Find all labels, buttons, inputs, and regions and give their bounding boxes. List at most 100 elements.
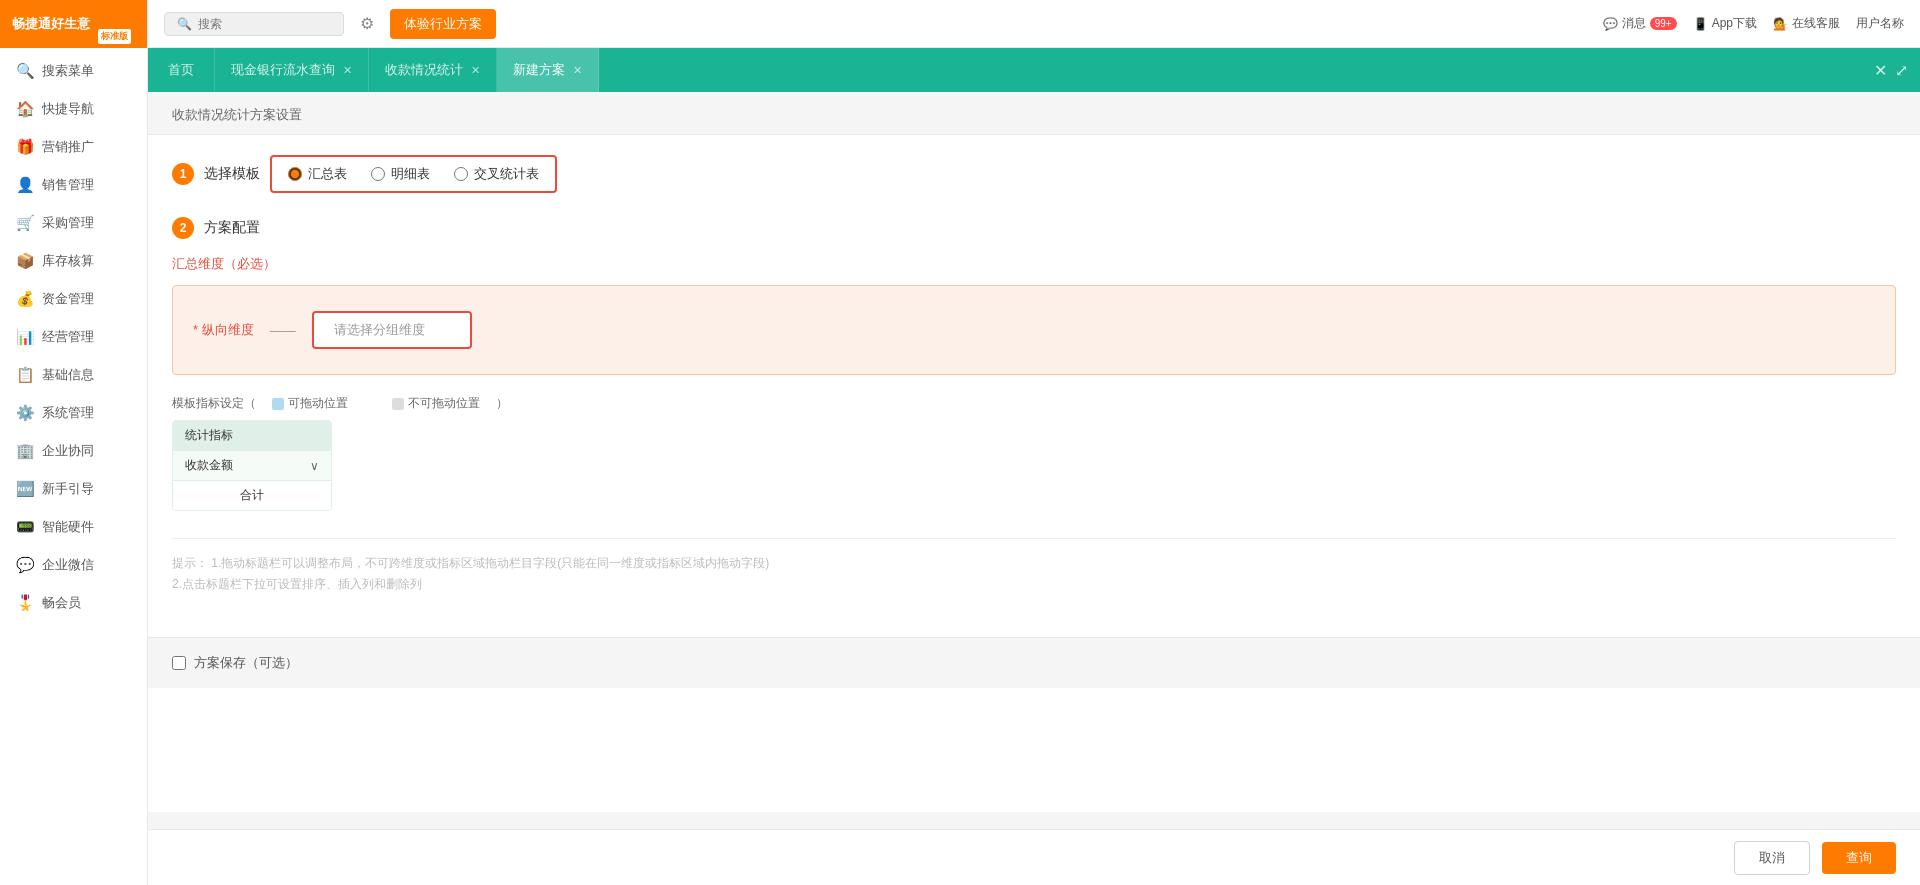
msg-badge: 99+ [1650, 17, 1677, 30]
page-content: 1 选择模板 汇总表 明细表 [148, 135, 1920, 812]
sidebar-item-sales[interactable]: 👤 销售管理 [0, 166, 147, 204]
tab-receipt-stats-label: 收款情况统计 [385, 61, 463, 79]
tab-home[interactable]: 首页 [148, 48, 215, 92]
sidebar-item-quick-nav[interactable]: 🏠 快捷导航 [0, 90, 147, 128]
sidebar-item-purchase[interactable]: 🛒 采购管理 [0, 204, 147, 242]
search-menu-icon: 🔍 [16, 62, 34, 80]
metric-amount-label: 收款金额 [185, 457, 310, 474]
logo-text: 畅捷通好生意 [12, 16, 90, 32]
sidebar-item-wechat[interactable]: 💬 企业微信 [0, 546, 147, 584]
step2-block: 2 方案配置 汇总维度（必选） * 纵向维度 —— 请选择分组维度 [172, 217, 1896, 593]
sidebar-item-member[interactable]: 🎖️ 畅会员 [0, 584, 147, 622]
sidebar-item-label: 采购管理 [42, 214, 94, 232]
dimension-placeholder: 请选择分组维度 [334, 322, 425, 337]
close-window-icon[interactable]: ✕ [1874, 61, 1887, 80]
breadcrumb-text: 收款情况统计方案设置 [172, 107, 302, 122]
radio-summary-input[interactable] [288, 167, 302, 181]
app-label: App下载 [1712, 15, 1757, 32]
metric-total: 合计 [173, 480, 331, 510]
sidebar-item-hardware[interactable]: 📟 智能硬件 [0, 508, 147, 546]
save-label: 方案保存（可选） [194, 654, 298, 672]
user-icon: 👤 [16, 176, 34, 194]
tab-bank-query-close[interactable]: ✕ [343, 64, 352, 77]
tips-section: 提示： 1.拖动标题栏可以调整布局，不可跨维度或指标区域拖动栏目字段(只能在同一… [172, 538, 1896, 593]
tab-receipt-stats-close[interactable]: ✕ [471, 64, 480, 77]
chat-icon: 💬 [16, 556, 34, 574]
tab-bank-query-label: 现金银行流水查询 [231, 61, 335, 79]
radio-crosstab-label: 交叉统计表 [474, 165, 539, 183]
step1-block: 1 选择模板 汇总表 明细表 [172, 155, 1896, 193]
metric-table: 统计指标 收款金额 ∨ 合计 [172, 420, 332, 511]
tab-bank-query[interactable]: 现金银行流水查询 ✕ [215, 48, 369, 92]
cancel-button[interactable]: 取消 [1734, 841, 1810, 875]
tabbar-right: ✕ ⤢ [1862, 48, 1920, 92]
tab-new-plan-close[interactable]: ✕ [573, 64, 582, 77]
sidebar-item-label: 企业微信 [42, 556, 94, 574]
sidebar-item-search-menu[interactable]: 🔍 搜索菜单 [0, 52, 147, 90]
sidebar-item-enterprise[interactable]: 🏢 企业协同 [0, 432, 147, 470]
dimension-arrow: —— [270, 323, 296, 338]
dimension-label-text: 汇总维度（必选） [172, 256, 276, 271]
service-btn[interactable]: 💁 在线客服 [1773, 15, 1840, 32]
sidebar-item-label: 快捷导航 [42, 100, 94, 118]
sidebar-item-finance[interactable]: 💰 资金管理 [0, 280, 147, 318]
sidebar-item-label: 基础信息 [42, 366, 94, 384]
metrics-config-label: 模板指标设定（ [172, 395, 256, 412]
step1-title: 选择模板 [204, 165, 260, 183]
radio-detail[interactable]: 明细表 [371, 165, 430, 183]
new-icon: 🆕 [16, 480, 34, 498]
metric-row-amount[interactable]: 收款金额 ∨ [173, 450, 331, 480]
sidebar-item-label: 经营管理 [42, 328, 94, 346]
app-btn[interactable]: 📱 App下载 [1693, 15, 1757, 32]
device-icon: 📟 [16, 518, 34, 536]
save-checkbox[interactable] [172, 656, 186, 670]
radio-crosstab[interactable]: 交叉统计表 [454, 165, 539, 183]
expand-window-icon[interactable]: ⤢ [1895, 61, 1908, 80]
tip2: 2.点击标题栏下拉可设置排序、插入列和删除列 [172, 576, 1896, 593]
sidebar-item-label: 销售管理 [42, 176, 94, 194]
dimension-area: * 纵向维度 —— 请选择分组维度 [172, 285, 1896, 375]
radio-crosstab-input[interactable] [454, 167, 468, 181]
legend-separator [364, 395, 376, 412]
tab-home-label: 首页 [168, 61, 194, 79]
vertical-dimension-label: * 纵向维度 [193, 321, 254, 339]
metric-dropdown-icon[interactable]: ∨ [310, 459, 319, 473]
query-button[interactable]: 查询 [1822, 842, 1896, 874]
search-input[interactable] [198, 17, 328, 31]
sidebar-item-system[interactable]: ⚙️ 系统管理 [0, 394, 147, 432]
topbar-actions: 💬 消息 99+ 📱 App下载 💁 在线客服 用户名称 [1603, 15, 1904, 32]
movable-dot [272, 398, 284, 410]
search-box[interactable]: 🔍 [164, 12, 344, 36]
dimension-selector[interactable]: 请选择分组维度 [312, 311, 472, 349]
money-icon: 💰 [16, 290, 34, 308]
box-icon: 📦 [16, 252, 34, 270]
tip1: 提示： 1.拖动标题栏可以调整布局，不可跨维度或指标区域拖动栏目字段(只能在同一… [172, 555, 1896, 572]
radio-detail-input[interactable] [371, 167, 385, 181]
metrics-section-label: 统计指标 [185, 428, 233, 442]
sidebar-item-inventory[interactable]: 📦 库存核算 [0, 242, 147, 280]
sidebar-item-guide[interactable]: 🆕 新手引导 [0, 470, 147, 508]
settings-icon[interactable]: ⚙ [360, 14, 374, 33]
page-breadcrumb: 收款情况统计方案设置 [148, 92, 1920, 135]
msg-btn[interactable]: 💬 消息 99+ [1603, 15, 1677, 32]
search-icon: 🔍 [177, 17, 192, 31]
app-icon: 📱 [1693, 17, 1708, 31]
step2-badge: 2 [172, 217, 194, 239]
username: 用户名称 [1856, 15, 1904, 32]
sidebar-item-basic-info[interactable]: 📋 基础信息 [0, 356, 147, 394]
building-icon: 🏢 [16, 442, 34, 460]
step2-title: 方案配置 [204, 219, 260, 237]
fixed-label: 不可拖动位置 [408, 395, 480, 412]
industry-btn[interactable]: 体验行业方案 [390, 9, 496, 39]
tab-new-plan[interactable]: 新建方案 ✕ [497, 48, 599, 92]
step2-header: 2 方案配置 [172, 217, 1896, 239]
sidebar-item-label: 畅会员 [42, 594, 81, 612]
sidebar-item-operation[interactable]: 📊 经营管理 [0, 318, 147, 356]
tab-receipt-stats[interactable]: 收款情况统计 ✕ [369, 48, 497, 92]
bottom-bar: 取消 查询 [148, 829, 1920, 885]
radio-summary[interactable]: 汇总表 [288, 165, 347, 183]
service-label: 在线客服 [1792, 15, 1840, 32]
sidebar-item-marketing[interactable]: 🎁 营销推广 [0, 128, 147, 166]
logo-badge: 标准版 [98, 29, 131, 44]
topbar: 🔍 ⚙ 体验行业方案 💬 消息 99+ 📱 App下载 💁 在线客服 用户名称 [148, 0, 1920, 48]
